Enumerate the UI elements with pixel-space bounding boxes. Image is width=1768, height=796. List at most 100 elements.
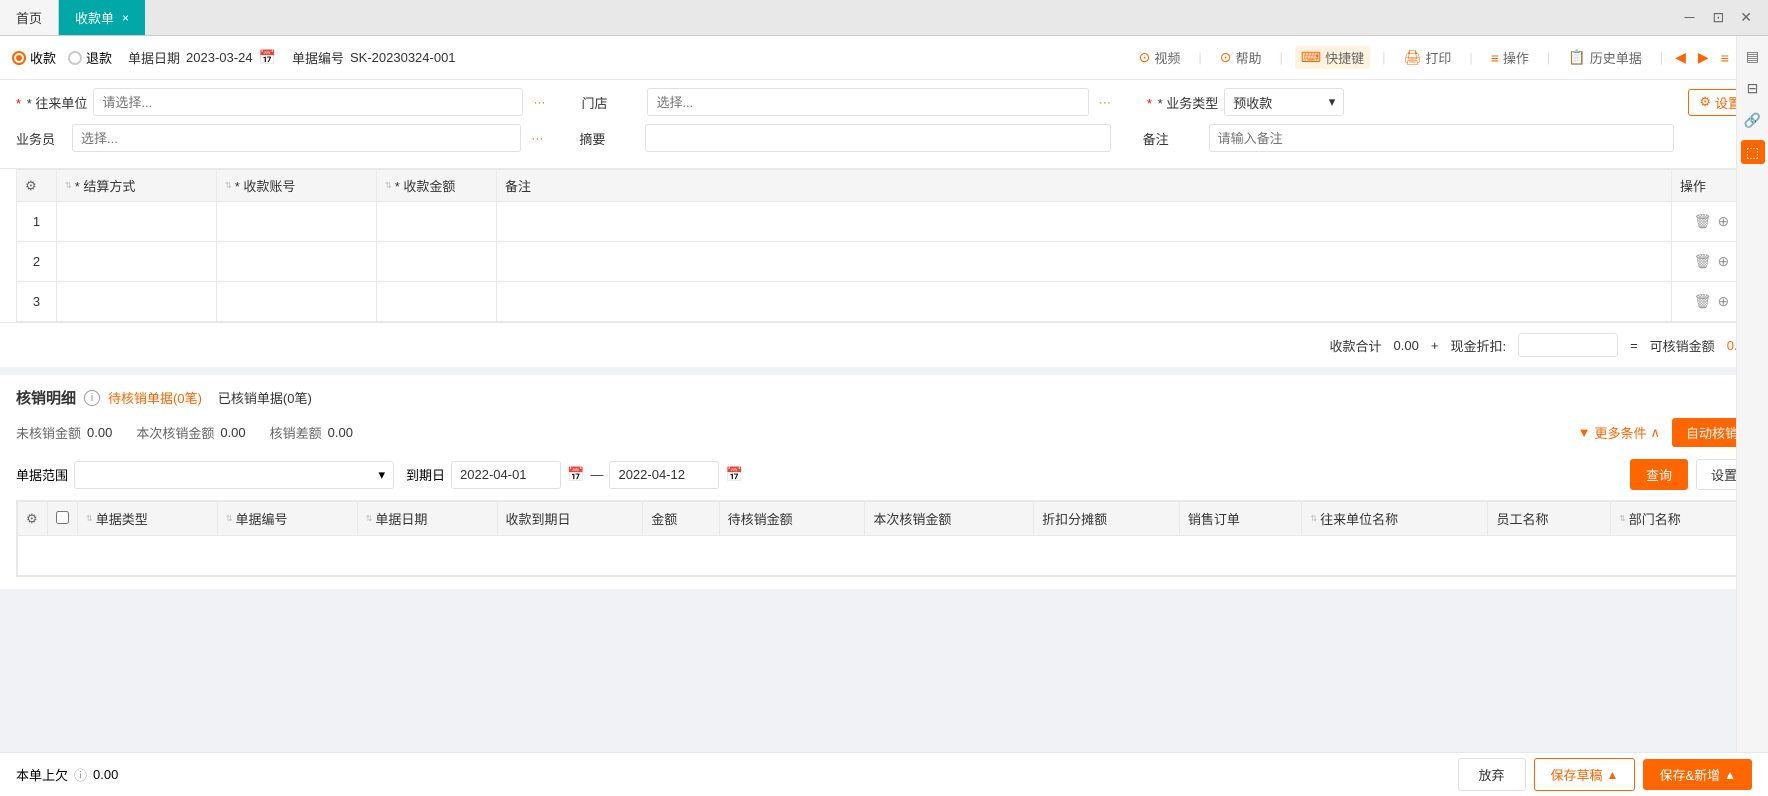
biz-type-label: * * 业务类型 xyxy=(1147,93,1218,112)
row-amount-2[interactable] xyxy=(377,242,497,282)
sidebar-link-icon[interactable]: 🔗 xyxy=(1741,108,1765,132)
save-draft-button[interactable]: 保存草稿 ▲ xyxy=(1534,758,1636,791)
amount-sort-icon[interactable]: ⇅ xyxy=(385,181,392,190)
help-label: 帮助 xyxy=(1236,48,1262,67)
prev-icon[interactable]: ◀ xyxy=(1675,49,1686,66)
filter-row: 单据范围 ▾ 到期日 📅 — 📅 查询 设置 xyxy=(16,459,1752,490)
tab-close-icon[interactable]: × xyxy=(122,11,129,25)
list-icon[interactable]: ≡ xyxy=(1721,50,1729,66)
plus-sign: + xyxy=(1431,338,1439,353)
data-table: ⚙ ⇅ * 结算方式 ⇅ * 收款账号 xyxy=(16,169,1752,322)
row-settle-3[interactable] xyxy=(57,282,217,322)
order-info-icon[interactable]: ⓘ xyxy=(74,765,87,784)
calendar-from-icon[interactable]: 📅 xyxy=(567,466,584,483)
store-input[interactable] xyxy=(647,88,1088,116)
salesperson-more[interactable]: ··· xyxy=(527,131,547,145)
row-account-1[interactable] xyxy=(217,202,377,242)
discard-button[interactable]: 放弃 xyxy=(1458,758,1526,791)
save-new-button[interactable]: 保存&新增 ▲ xyxy=(1643,759,1752,790)
calendar-to-icon[interactable]: 📅 xyxy=(725,466,742,483)
equals-sign: = xyxy=(1630,338,1638,353)
copy-row-1-button[interactable]: ⊕ xyxy=(1718,213,1730,230)
more-conditions-button[interactable]: ▼ 更多条件 ∧ xyxy=(1578,423,1660,442)
summary-input[interactable] xyxy=(645,124,1110,152)
discount-input[interactable] xyxy=(1518,333,1618,357)
table-settings-icon[interactable]: ⚙ xyxy=(25,178,37,193)
history-button[interactable]: 📋 历史单据 xyxy=(1562,46,1647,69)
row-remark-2[interactable] xyxy=(497,242,1672,282)
copy-row-2-button[interactable]: ⊕ xyxy=(1718,253,1730,270)
tab-home[interactable]: 首页 xyxy=(0,0,59,35)
date-from-input[interactable] xyxy=(451,461,561,489)
copy-row-3-button[interactable]: ⊕ xyxy=(1718,293,1730,310)
row-remark-1[interactable] xyxy=(497,202,1672,242)
verify-table-settings-icon[interactable]: ⚙ xyxy=(26,511,38,526)
close-button[interactable]: ✕ xyxy=(1736,9,1756,26)
delete-row-1-button[interactable]: 🗑 xyxy=(1694,213,1712,230)
doc-type-sort-icon[interactable]: ⇅ xyxy=(86,514,93,523)
minimize-button[interactable]: － xyxy=(1679,8,1701,28)
verify-info-icon[interactable]: i xyxy=(84,390,100,406)
store-label: 门店 xyxy=(581,93,641,112)
select-all-checkbox[interactable] xyxy=(56,511,69,524)
tab-active[interactable]: 收款单 × xyxy=(59,0,145,35)
verify-empty-row xyxy=(18,536,1751,576)
help-button[interactable]: ⊙ 帮助 xyxy=(1214,46,1268,69)
filter-icon: ▼ xyxy=(1578,425,1591,440)
restore-button[interactable]: ⊡ xyxy=(1709,9,1729,26)
row-account-2[interactable] xyxy=(217,242,377,282)
action-header: 操作 xyxy=(1680,179,1706,194)
store-more[interactable]: ··· xyxy=(1095,95,1115,109)
th-doc-type: ⇅ 单据类型 xyxy=(78,502,218,536)
row-amount-1[interactable] xyxy=(377,202,497,242)
shortcut-button[interactable]: ⌨ 快捷键 xyxy=(1295,46,1370,69)
row-settle-2[interactable] xyxy=(57,242,217,282)
save-new-label: 保存&新增 xyxy=(1659,765,1720,784)
sidebar-expand-icon[interactable]: ⬚ xyxy=(1741,140,1765,164)
row-account-3[interactable] xyxy=(217,282,377,322)
row-remark-3[interactable] xyxy=(497,282,1672,322)
doc-num-sort-icon[interactable]: ⇅ xyxy=(226,514,233,523)
settle-sort-icon[interactable]: ⇅ xyxy=(65,181,72,190)
calendar-icon[interactable]: 📅 xyxy=(259,49,276,66)
range-label: 单据范围 xyxy=(16,465,68,484)
salesperson-input[interactable] xyxy=(72,124,521,152)
video-button[interactable]: ⊙ 视频 xyxy=(1133,46,1187,69)
biz-type-dropdown[interactable]: 预收款 ▾ xyxy=(1224,88,1344,116)
delete-row-3-button[interactable]: 🗑 xyxy=(1694,293,1712,310)
date-to-input[interactable] xyxy=(609,461,719,489)
radio-receive[interactable]: 收款 xyxy=(12,48,56,67)
tab-pending[interactable]: 待核销单据(0笔) xyxy=(108,388,202,407)
bottom-bar: 本单上欠 ⓘ 0.00 放弃 保存草稿 ▲ 保存&新增 ▲ xyxy=(0,752,1768,796)
counterpart-label-text: * 往来单位 xyxy=(27,96,88,111)
next-icon[interactable]: ▶ xyxy=(1698,49,1709,66)
stat-current: 本次核销金额 0.00 xyxy=(136,423,245,442)
radio-refund[interactable]: 退款 xyxy=(68,48,112,67)
table-row: 2 🗑 ⊕ xyxy=(17,242,1752,282)
print-label: 打印 xyxy=(1425,48,1451,67)
remark-label: 备注 xyxy=(1143,129,1203,148)
tab-done[interactable]: 已核销单据(0笔) xyxy=(218,388,312,407)
sidebar-table-icon[interactable]: ▤ xyxy=(1741,44,1765,68)
row-settle-1[interactable] xyxy=(57,202,217,242)
bottom-left: 本单上欠 ⓘ 0.00 xyxy=(16,765,118,784)
print-button[interactable]: 🖨 打印 xyxy=(1398,46,1458,69)
doc-date-sort-icon[interactable]: ⇅ xyxy=(366,514,373,523)
row-amount-3[interactable] xyxy=(377,282,497,322)
counterpart-name-header-text: 往来单位名称 xyxy=(1320,509,1398,528)
sidebar-minus-icon[interactable]: ⊟ xyxy=(1741,76,1765,100)
operations-button[interactable]: ≡ 操作 xyxy=(1485,46,1535,69)
current-label: 本次核销金额 xyxy=(136,423,214,442)
counterpart-more[interactable]: ··· xyxy=(529,95,549,109)
th-discount-share: 折扣分摊额 xyxy=(1034,502,1180,536)
counterpart-sort-icon[interactable]: ⇅ xyxy=(1310,514,1317,523)
delete-row-2-button[interactable]: 🗑 xyxy=(1694,253,1712,270)
range-select[interactable]: ▾ xyxy=(74,461,394,489)
counterpart-input[interactable] xyxy=(93,88,523,116)
remark-input[interactable] xyxy=(1209,124,1674,152)
th-doc-date: ⇅ 单据日期 xyxy=(357,502,497,536)
query-button[interactable]: 查询 xyxy=(1630,459,1688,490)
account-sort-icon[interactable]: ⇅ xyxy=(225,181,232,190)
dept-sort-icon[interactable]: ⇅ xyxy=(1619,514,1626,523)
dept-header-text: 部门名称 xyxy=(1629,509,1681,528)
